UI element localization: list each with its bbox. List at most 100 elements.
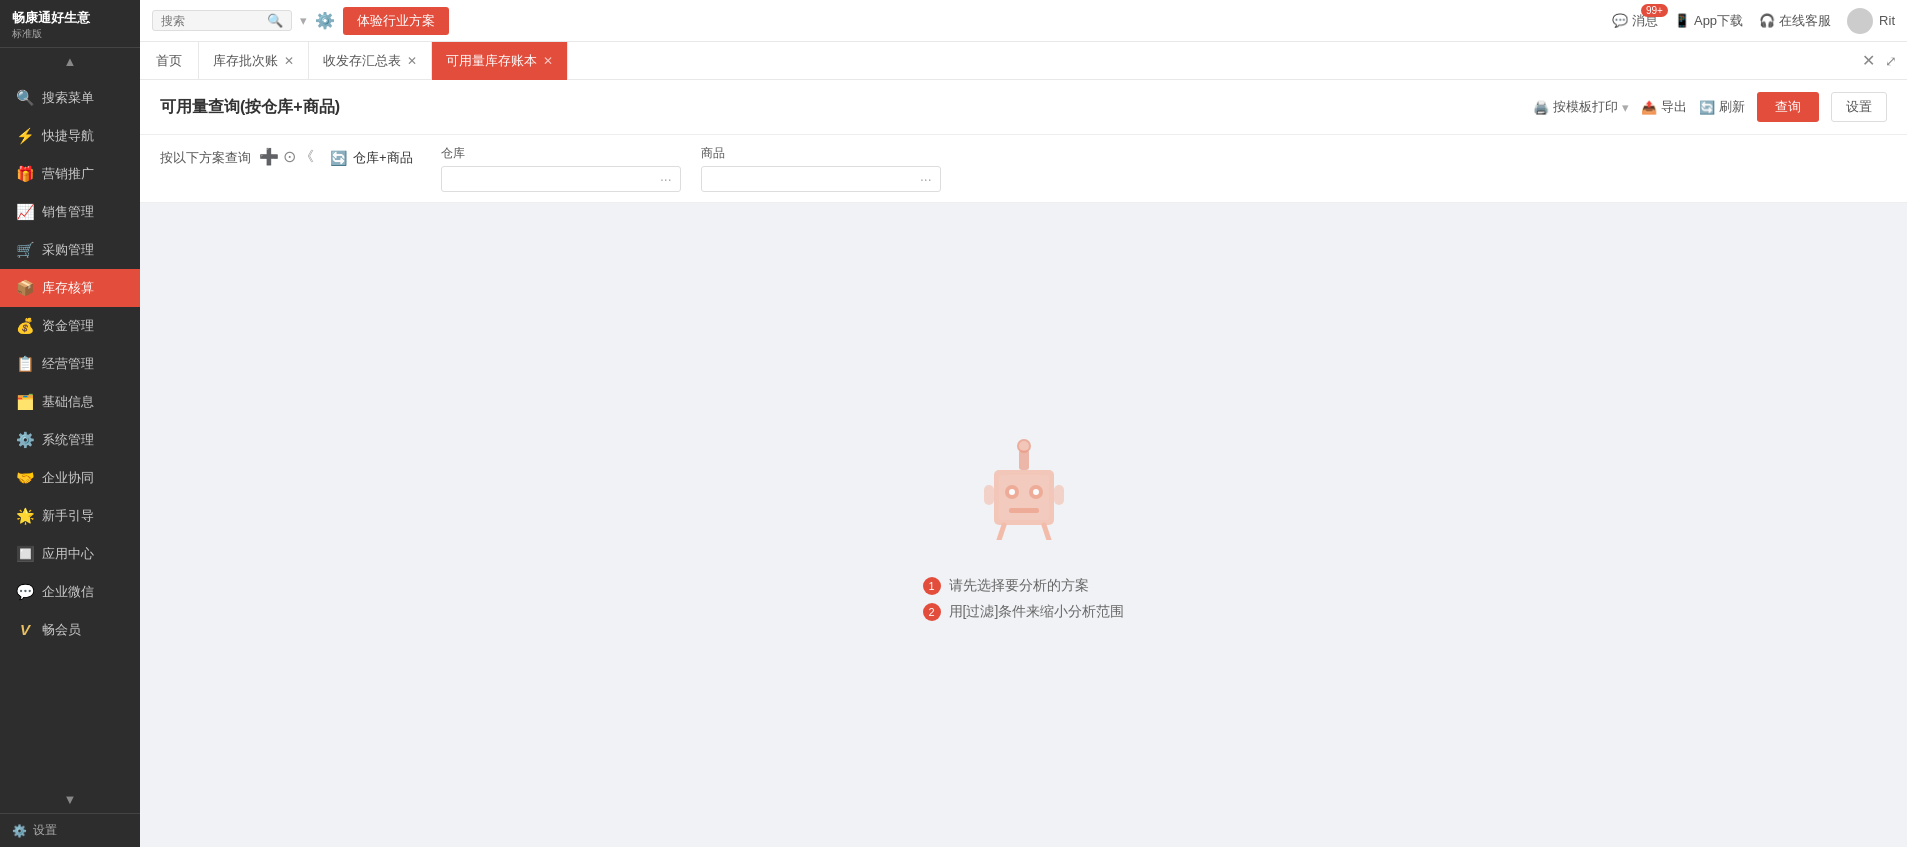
sidebar-item-label: 企业微信 xyxy=(42,583,94,601)
refresh-label: 刷新 xyxy=(1719,98,1745,116)
scheme-icon: 🔄 xyxy=(330,150,347,166)
search-box: 🔍 xyxy=(152,10,292,31)
sys-icon: ⚙️ xyxy=(16,431,34,449)
print-icon: 🖨️ xyxy=(1533,100,1549,115)
tab-bar-expand-btn[interactable]: ⤢ xyxy=(1885,53,1897,69)
hint-text-1: 请先选择要分析的方案 xyxy=(949,577,1089,595)
scroll-down-btn[interactable]: ▼ xyxy=(0,786,140,813)
sidebar-item-label: 销售管理 xyxy=(42,203,94,221)
empty-hints: 1 请先选择要分析的方案 2 用[过滤]条件来缩小分析范围 xyxy=(923,577,1125,621)
finance-icon: 💰 xyxy=(16,317,34,335)
sidebar-item-label: 搜索菜单 xyxy=(42,89,94,107)
search-icon: 🔍 xyxy=(16,89,34,107)
refresh-btn[interactable]: 🔄 刷新 xyxy=(1699,98,1745,116)
query-button[interactable]: 查询 xyxy=(1757,92,1819,122)
trial-button[interactable]: 体验行业方案 xyxy=(343,7,449,35)
user-name: Rit xyxy=(1879,13,1895,28)
guide-icon: 🌟 xyxy=(16,507,34,525)
sidebar-item-base-info[interactable]: 🗂️ 基础信息 xyxy=(0,383,140,421)
template-print-btn[interactable]: 🖨️ 按模板打印 ▾ xyxy=(1533,98,1629,116)
sidebar-item-app-center[interactable]: 🔲 应用中心 xyxy=(0,535,140,573)
empty-hint-2: 2 用[过滤]条件来缩小分析范围 xyxy=(923,603,1125,621)
warehouse-label: 仓库 xyxy=(441,145,681,162)
sidebar-item-guide[interactable]: 🌟 新手引导 xyxy=(0,497,140,535)
vip-icon: V xyxy=(16,621,34,638)
filter-schemes: 🔄 仓库+商品 xyxy=(322,145,421,171)
page-title: 可用量查询(按仓库+商品) xyxy=(160,97,340,118)
empty-state: 1 请先选择要分析的方案 2 用[过滤]条件来缩小分析范围 xyxy=(140,203,1907,847)
sidebar-item-enterprise[interactable]: 🤝 企业协同 xyxy=(0,459,140,497)
settings-button[interactable]: 设置 xyxy=(1831,92,1887,122)
warehouse-more-icon[interactable]: ··· xyxy=(660,171,672,187)
svg-line-11 xyxy=(999,525,1004,540)
tab-home[interactable]: 首页 xyxy=(140,42,199,80)
sidebar-item-search[interactable]: 🔍 搜索菜单 xyxy=(0,79,140,117)
sidebar-item-finance[interactable]: 💰 资金管理 xyxy=(0,307,140,345)
product-more-icon[interactable]: ··· xyxy=(920,171,932,187)
message-btn[interactable]: 💬 消息 99+ xyxy=(1612,12,1658,30)
gear-icon[interactable]: ⚙️ xyxy=(315,11,335,30)
hint-num-1: 1 xyxy=(923,577,941,595)
tab-label: 库存批次账 xyxy=(213,52,278,70)
scheme-item[interactable]: 🔄 仓库+商品 xyxy=(322,145,421,171)
sidebar-item-sales[interactable]: 📈 销售管理 xyxy=(0,193,140,231)
collapse-icon[interactable]: 《 xyxy=(300,148,314,166)
svg-rect-10 xyxy=(1054,485,1064,505)
export-label: 导出 xyxy=(1661,98,1687,116)
app-download-btn[interactable]: 📱 App下载 xyxy=(1674,12,1743,30)
hint-num-2: 2 xyxy=(923,603,941,621)
warehouse-input[interactable] xyxy=(450,172,656,187)
tab-close-icon[interactable]: ✕ xyxy=(284,54,294,68)
tab-label: 收发存汇总表 xyxy=(323,52,401,70)
add-scheme-icon[interactable]: ➕ xyxy=(259,147,279,166)
service-icon: 🎧 xyxy=(1759,13,1775,28)
shortcut-icon: ⚡ xyxy=(16,127,34,145)
sidebar-header: 畅康通好生意 标准版 xyxy=(0,0,140,48)
hint-text-2: 用[过滤]条件来缩小分析范围 xyxy=(949,603,1125,621)
sidebar-item-vip[interactable]: V 畅会员 xyxy=(0,611,140,649)
sidebar-item-purchase[interactable]: 🛒 采购管理 xyxy=(0,231,140,269)
sidebar-item-inventory[interactable]: 📦 库存核算 xyxy=(0,269,140,307)
sidebar-item-marketing[interactable]: 🎁 营销推广 xyxy=(0,155,140,193)
sidebar-item-sys[interactable]: ⚙️ 系统管理 xyxy=(0,421,140,459)
sidebar-item-wechat[interactable]: 💬 企业微信 xyxy=(0,573,140,611)
app-center-icon: 🔲 xyxy=(16,545,34,563)
sidebar-footer-label: 设置 xyxy=(33,822,57,839)
brand-version: 标准版 xyxy=(12,27,128,41)
export-btn[interactable]: 📤 导出 xyxy=(1641,98,1687,116)
tab-receivable-summary[interactable]: 收发存汇总表 ✕ xyxy=(309,42,432,80)
warehouse-input-wrapper: ··· xyxy=(441,166,681,192)
tab-bar-right: ✕ ⤢ xyxy=(1862,51,1907,70)
sidebar-item-ops[interactable]: 📋 经营管理 xyxy=(0,345,140,383)
tab-close-icon[interactable]: ✕ xyxy=(407,54,417,68)
product-input[interactable] xyxy=(710,172,916,187)
sidebar-item-label: 资金管理 xyxy=(42,317,94,335)
filter-actions: ➕ ⊙ 《 xyxy=(259,147,314,166)
warehouse-field: 仓库 ··· xyxy=(441,145,681,192)
online-service-btn[interactable]: 🎧 在线客服 xyxy=(1759,12,1831,30)
sidebar-item-label: 经营管理 xyxy=(42,355,94,373)
app-download-label: App下载 xyxy=(1694,12,1743,30)
tab-available-stock[interactable]: 可用量库存账本 ✕ xyxy=(432,42,568,80)
main-area: 🔍 ▾ ⚙️ 体验行业方案 💬 消息 99+ 📱 App下载 🎧 在线客服 xyxy=(140,0,1907,847)
empty-icon xyxy=(974,430,1074,540)
sidebar-item-shortcut[interactable]: ⚡ 快捷导航 xyxy=(0,117,140,155)
svg-point-5 xyxy=(1033,489,1039,495)
tab-bar-close-btn[interactable]: ✕ xyxy=(1862,51,1875,70)
sidebar-item-label: 新手引导 xyxy=(42,507,94,525)
svg-point-4 xyxy=(1009,489,1015,495)
top-bar-right: 💬 消息 99+ 📱 App下载 🎧 在线客服 Rit xyxy=(1612,8,1895,34)
svg-rect-9 xyxy=(984,485,994,505)
avatar xyxy=(1847,8,1873,34)
online-service-label: 在线客服 xyxy=(1779,12,1831,30)
tab-close-icon[interactable]: ✕ xyxy=(543,54,553,68)
ops-icon: 📋 xyxy=(16,355,34,373)
settings-scheme-icon[interactable]: ⊙ xyxy=(283,147,296,166)
user-profile[interactable]: Rit xyxy=(1847,8,1895,34)
dropdown-icon[interactable]: ▾ xyxy=(300,13,307,28)
tab-batch-account[interactable]: 库存批次账 ✕ xyxy=(199,42,309,80)
search-input[interactable] xyxy=(161,14,267,28)
template-print-label: 按模板打印 xyxy=(1553,98,1618,116)
scroll-up-btn[interactable]: ▲ xyxy=(0,48,140,75)
sidebar-footer[interactable]: ⚙️ 设置 xyxy=(0,813,140,847)
